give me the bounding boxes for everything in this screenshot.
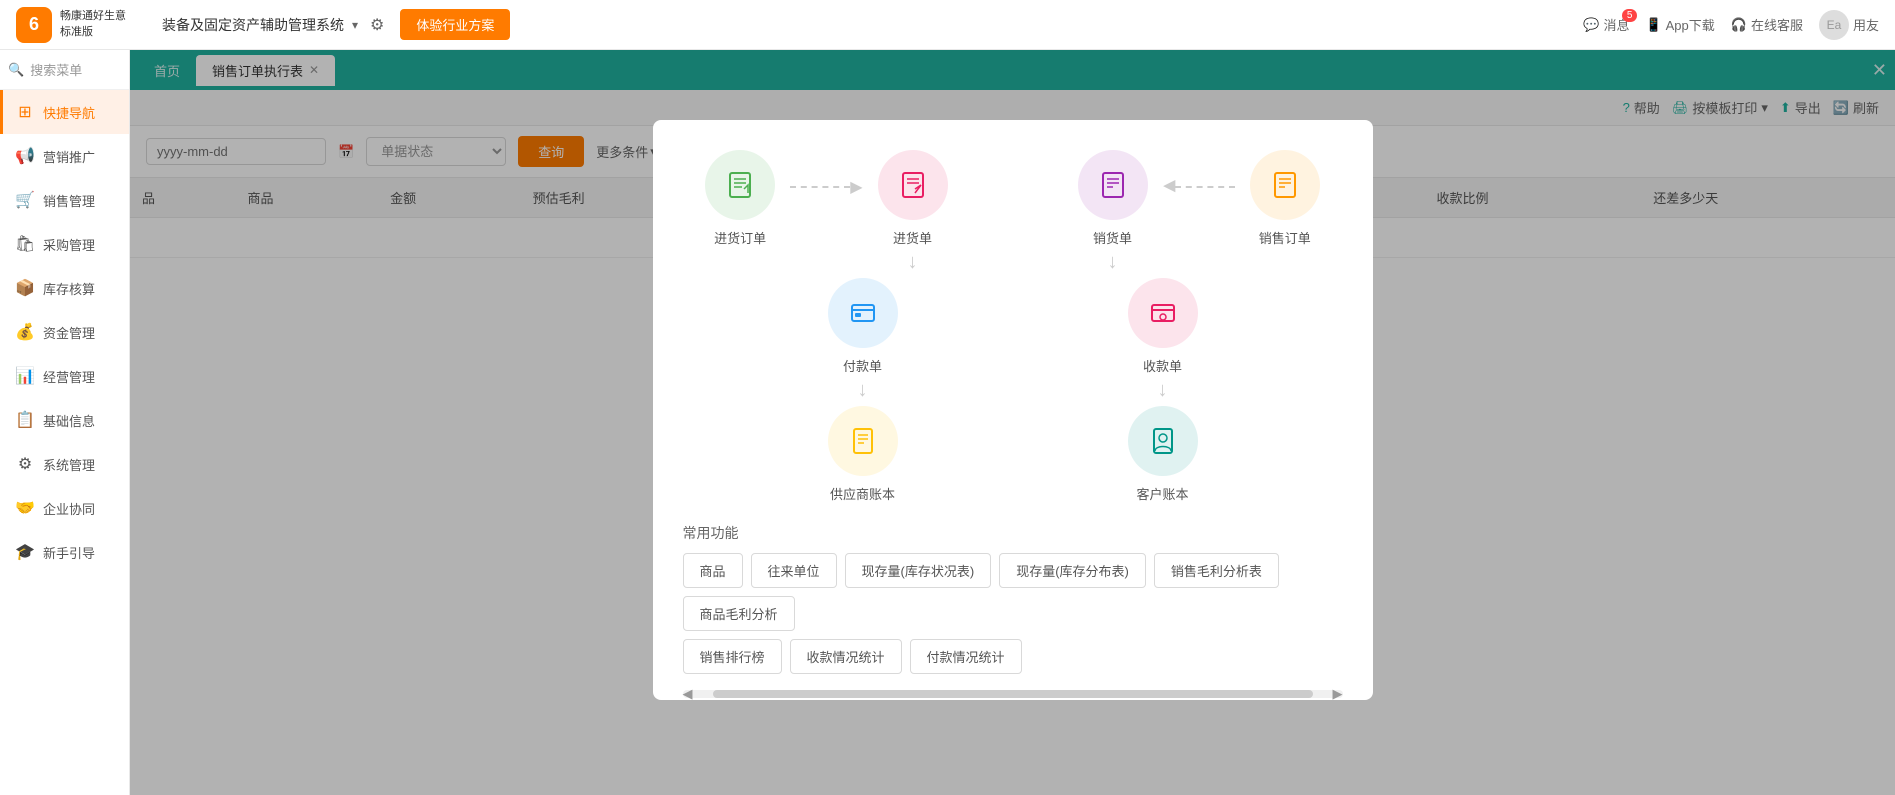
sidebar-item-beginner[interactable]: 🎓 新手引导 [0,530,129,574]
purchase-order-icon [705,150,775,220]
common-btn-sales-margin[interactable]: 销售毛利分析表 [1154,553,1279,588]
customer-ledger-icon [1128,406,1198,476]
purchase-order-label: 进货订单 [714,228,766,247]
flow-item-supplier-ledger[interactable]: 供应商账本 [813,406,913,503]
scroll-right-button[interactable]: ▶ [1333,686,1343,700]
receipt-icon [1128,278,1198,348]
system-dropdown-button[interactable]: ▾ [352,18,358,32]
message-icon: 💬 [1583,17,1599,33]
sidebar-item-basic-info[interactable]: 📋 基础信息 [0,398,129,442]
logo-area: 6 畅康通好生意 标准版 [16,7,146,43]
sale-bill-label: 销货单 [1093,228,1132,247]
user-profile[interactable]: Ea 用友 [1819,10,1879,40]
sidebar-item-enterprise[interactable]: 🤝 企业协同 [0,486,129,530]
sales-icon: 🛒 [15,190,35,210]
arrow-sale-order-to-bill: ▶ [1163,177,1235,221]
flow-item-sale-order[interactable]: 销售订单 [1235,150,1335,247]
common-functions-section: 常用功能 商品 往来单位 现存量(库存状况表) 现存量(库存分布表) 销售毛利分… [683,523,1343,674]
receipt-label: 收款单 [1143,356,1182,375]
search-icon: 🔍 [8,62,24,78]
flow-item-receipt[interactable]: 收款单 [1113,278,1213,375]
app-container: 6 畅康通好生意 标准版 装备及固定资产辅助管理系统 ▾ ⚙ 体验行业方案 💬 … [0,0,1895,795]
sidebar-item-inventory[interactable]: 📦 库存核算 [0,266,129,310]
finance-icon: 💰 [15,322,35,342]
headset-icon: 🎧 [1731,17,1747,33]
panel-scrollbar[interactable]: ◀ ▶ [683,690,1343,698]
system-title: 装备及固定资产辅助管理系统 [162,15,344,35]
flow-item-purchase-order[interactable]: 进货订单 [690,150,790,247]
payment-icon [828,278,898,348]
content-area: 首页 销售订单执行表 ✕ ✕ ? 帮助 🖨 按模板打印 [130,50,1895,795]
top-bar: 6 畅康通好生意 标准版 装备及固定资产辅助管理系统 ▾ ⚙ 体验行业方案 💬 … [0,0,1895,50]
common-btn-payment-stats[interactable]: 付款情况统计 [910,639,1022,674]
sidebar: 🔍 搜索菜单 ⊞ 快捷导航 📢 营销推广 🛒 销售管理 🛍 [0,50,130,795]
online-service-button[interactable]: 🎧 在线客服 [1731,15,1803,34]
scrollbar-thumb [713,690,1313,698]
flow-item-purchase-bill[interactable]: 进货单 [863,150,963,247]
scroll-left-button[interactable]: ◀ [683,686,693,700]
message-button[interactable]: 💬 消息 5 [1583,15,1629,34]
flow-item-customer-ledger[interactable]: 客户账本 [1113,406,1213,503]
payment-label: 付款单 [843,356,882,375]
operations-icon: 📊 [15,366,35,386]
basic-info-icon: 📋 [15,410,35,430]
purchase-bill-icon [878,150,948,220]
supplier-ledger-icon [828,406,898,476]
common-functions-title: 常用功能 [683,523,1343,543]
arrow-purchase-order-to-bill: ▶ [790,177,862,221]
sidebar-item-operations[interactable]: 📊 经营管理 [0,354,129,398]
common-btn-stock-dist[interactable]: 现存量(库存分布表) [999,553,1146,588]
sale-order-label: 销售订单 [1259,228,1311,247]
logo-text: 畅康通好生意 标准版 [60,9,126,40]
sidebar-item-quick-nav[interactable]: ⊞ 快捷导航 [0,90,129,134]
sidebar-item-finance[interactable]: 💰 资金管理 [0,310,129,354]
common-btn-product-margin[interactable]: 商品毛利分析 [683,596,795,631]
arrow-down-sale-bill: ↓ [1063,251,1163,274]
sale-bill-icon [1078,150,1148,220]
marketing-icon: 📢 [15,146,35,166]
quick-nav-overlay[interactable]: 进货订单 ▶ [130,50,1895,795]
sidebar-search[interactable]: 🔍 搜索菜单 [0,50,129,90]
app-download-icon: 📱 [1645,17,1661,33]
message-badge: 5 [1622,9,1638,22]
arrow-down-receipt: ↓ [1113,379,1213,402]
inventory-icon: 📦 [15,278,35,298]
supplier-ledger-label: 供应商账本 [830,484,895,503]
top-right-actions: 💬 消息 5 📱 App下载 🎧 在线客服 Ea 用友 [1583,10,1879,40]
system-name: 装备及固定资产辅助管理系统 ▾ ⚙ 体验行业方案 [146,9,1583,40]
common-buttons-row2: 销售排行榜 收款情况统计 付款情况统计 [683,639,1343,674]
common-btn-product[interactable]: 商品 [683,553,743,588]
trial-button[interactable]: 体验行业方案 [400,9,510,40]
sidebar-item-system[interactable]: ⚙ 系统管理 [0,442,129,486]
sidebar-nav: ⊞ 快捷导航 📢 营销推广 🛒 销售管理 🛍 采购管理 📦 库存核算 [0,90,129,795]
customer-ledger-label: 客户账本 [1136,484,1188,503]
purchase-icon: 🛍 [15,234,35,254]
system-icon: ⚙ [15,454,35,474]
flow-item-sale-bill[interactable]: 销货单 [1063,150,1163,247]
common-btn-stock-status[interactable]: 现存量(库存状况表) [845,553,992,588]
app-download-button[interactable]: 📱 App下载 [1645,15,1714,34]
flow-item-payment[interactable]: 付款单 [813,278,913,375]
quick-nav-icon: ⊞ [15,102,35,122]
main-area: 🔍 搜索菜单 ⊞ 快捷导航 📢 营销推广 🛒 销售管理 🛍 [0,50,1895,795]
sale-order-icon [1250,150,1320,220]
logo-icon: 6 [16,7,52,43]
common-btn-sales-rank[interactable]: 销售排行榜 [683,639,782,674]
beginner-icon: 🎓 [15,542,35,562]
common-btn-receipt-stats[interactable]: 收款情况统计 [790,639,902,674]
arrow-down-purchase-bill: ↓ [863,251,963,274]
system-settings-button[interactable]: ⚙ [370,15,384,35]
sidebar-item-purchase[interactable]: 🛍 采购管理 [0,222,129,266]
sidebar-item-marketing[interactable]: 📢 营销推广 [0,134,129,178]
common-buttons-row1: 商品 往来单位 现存量(库存状况表) 现存量(库存分布表) 销售毛利分析表 商品… [683,553,1343,631]
quick-nav-panel: 进货订单 ▶ [653,120,1373,700]
common-btn-counterpart[interactable]: 往来单位 [751,553,837,588]
purchase-bill-label: 进货单 [893,228,932,247]
sidebar-item-sales[interactable]: 🛒 销售管理 [0,178,129,222]
enterprise-icon: 🤝 [15,498,35,518]
arrow-down-payment: ↓ [813,379,913,402]
avatar: Ea [1819,10,1849,40]
